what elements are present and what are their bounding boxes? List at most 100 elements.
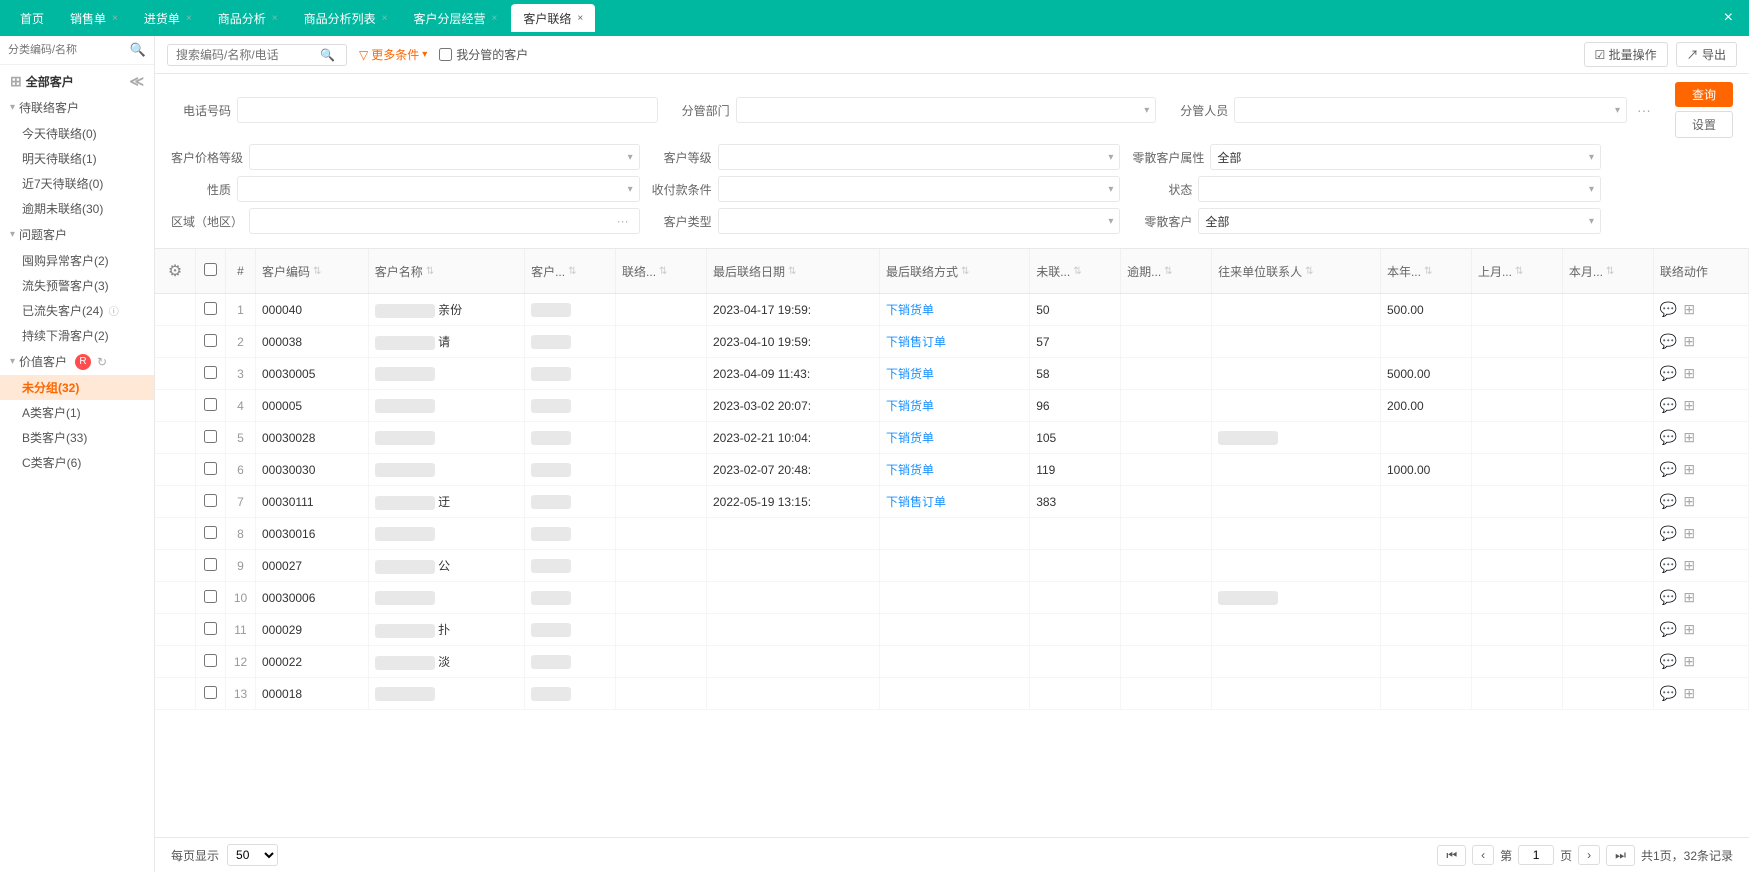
row-checkbox-8[interactable] <box>204 558 217 571</box>
row-checkbox-9[interactable] <box>204 590 217 603</box>
manager-more-icon[interactable]: ··· <box>1633 102 1655 118</box>
row-checkbox-10[interactable] <box>204 622 217 635</box>
sidebar-item-7days[interactable]: 近7天待联络(0) <box>0 171 154 196</box>
more-action-icon-0[interactable]: ⊞ <box>1683 301 1695 318</box>
more-action-icon-5[interactable]: ⊞ <box>1683 461 1695 478</box>
region-select[interactable]: ··· <box>249 208 640 234</box>
last-way-link-5[interactable]: 下销货单 <box>886 463 934 477</box>
row-checkbox-1[interactable] <box>204 334 217 347</box>
search-button[interactable]: 查询 <box>1675 82 1733 107</box>
row-checkbox-6[interactable] <box>204 494 217 507</box>
more-action-icon-7[interactable]: ⊞ <box>1683 525 1695 542</box>
sidebar-group-pending[interactable]: ▾ 待联络客户 <box>0 94 154 121</box>
call-icon-11[interactable]: 💬 <box>1660 653 1677 670</box>
last-way-link-0[interactable]: 下销货单 <box>886 303 934 317</box>
customer-level-select[interactable]: ▾ <box>718 144 1121 170</box>
prev-page-button[interactable]: ‹ <box>1472 845 1494 865</box>
price-level-select[interactable]: ▾ <box>249 144 640 170</box>
next-page-button[interactable]: › <box>1578 845 1600 865</box>
th-contacts[interactable]: 往来单位联系人⇅ <box>1212 249 1381 294</box>
sidebar-item-abnormal[interactable]: 囤购异常客户(2) <box>0 248 154 273</box>
sidebar-item-churning[interactable]: 流失预警客户(3) <box>0 273 154 298</box>
sidebar-item-b-class[interactable]: B类客户(33) <box>0 425 154 450</box>
more-action-icon-3[interactable]: ⊞ <box>1683 397 1695 414</box>
region-more-icon[interactable]: ··· <box>613 214 633 228</box>
scatter-attr-select[interactable]: 全部 ▾ <box>1210 144 1601 170</box>
call-icon-0[interactable]: 💬 <box>1660 301 1677 318</box>
last-way-link-1[interactable]: 下销售订单 <box>886 335 946 349</box>
sidebar-search-icon[interactable]: 🔍 <box>130 42 146 58</box>
customer-tier-tab-close[interactable]: × <box>491 13 497 24</box>
all-customers-header[interactable]: ⊞ 全部客户 ≪ <box>0 65 154 94</box>
th-this-month[interactable]: 本月...⇅ <box>1562 249 1653 294</box>
th-no-contact[interactable]: 未联...⇅ <box>1030 249 1121 294</box>
sidebar-group-problem[interactable]: ▾ 问题客户 <box>0 221 154 248</box>
product-analysis-tab-close[interactable]: × <box>272 13 278 24</box>
th-this-year[interactable]: 本年...⇅ <box>1380 249 1471 294</box>
search-icon[interactable]: 🔍 <box>320 48 335 62</box>
call-icon-2[interactable]: 💬 <box>1660 365 1677 382</box>
select-all-checkbox[interactable] <box>204 263 217 276</box>
th-code[interactable]: 客户编码⇅ <box>256 249 369 294</box>
call-icon-6[interactable]: 💬 <box>1660 493 1677 510</box>
sidebar-item-tomorrow[interactable]: 明天待联络(1) <box>0 146 154 171</box>
row-checkbox-7[interactable] <box>204 526 217 539</box>
sidebar-item-ungroup[interactable]: 未分组(32) <box>0 375 154 400</box>
tab-product-list[interactable]: 商品分析列表 × <box>292 4 400 32</box>
call-icon-7[interactable]: 💬 <box>1660 525 1677 542</box>
call-icon-4[interactable]: 💬 <box>1660 429 1677 446</box>
row-checkbox-12[interactable] <box>204 686 217 699</box>
page-number-input[interactable] <box>1518 845 1554 865</box>
last-way-link-4[interactable]: 下销货单 <box>886 431 934 445</box>
more-action-icon-12[interactable]: ⊞ <box>1683 685 1695 702</box>
sidebar-item-a-class[interactable]: A类客户(1) <box>0 400 154 425</box>
call-icon-12[interactable]: 💬 <box>1660 685 1677 702</box>
more-action-icon-10[interactable]: ⊞ <box>1683 621 1695 638</box>
customer-type-select[interactable]: ▾ <box>718 208 1121 234</box>
my-customers-checkbox[interactable]: 我分管的客户 <box>439 46 528 63</box>
th-overdue[interactable]: 逾期...⇅ <box>1121 249 1212 294</box>
row-checkbox-11[interactable] <box>204 654 217 667</box>
last-way-link-2[interactable]: 下销货单 <box>886 367 934 381</box>
sidebar-search-box[interactable]: 🔍 <box>0 36 154 65</box>
th-last-way[interactable]: 最后联络方式⇅ <box>880 249 1030 294</box>
search-input[interactable] <box>176 48 316 62</box>
phone-input[interactable] <box>237 97 658 123</box>
sidebar-collapse-icon[interactable]: ≪ <box>129 73 144 90</box>
more-action-icon-4[interactable]: ⊞ <box>1683 429 1695 446</box>
dept-select[interactable]: ▾ <box>736 97 1157 123</box>
my-customers-check[interactable] <box>439 48 452 61</box>
tab-customer-contact[interactable]: 客户联络 × <box>511 4 595 32</box>
tab-home[interactable]: 首页 <box>8 4 56 32</box>
row-checkbox-3[interactable] <box>204 398 217 411</box>
tab-sales[interactable]: 销售单 × <box>58 4 130 32</box>
more-action-icon-11[interactable]: ⊞ <box>1683 653 1695 670</box>
call-icon-10[interactable]: 💬 <box>1660 621 1677 638</box>
more-action-icon-6[interactable]: ⊞ <box>1683 493 1695 510</box>
more-action-icon-2[interactable]: ⊞ <box>1683 365 1695 382</box>
th-name[interactable]: 客户名称⇅ <box>368 249 524 294</box>
payment-select[interactable]: ▾ <box>718 176 1121 202</box>
last-way-link-3[interactable]: 下销货单 <box>886 399 934 413</box>
sales-tab-close[interactable]: × <box>112 13 118 24</box>
call-icon-9[interactable]: 💬 <box>1660 589 1677 606</box>
row-checkbox-2[interactable] <box>204 366 217 379</box>
scatter-customer-select[interactable]: 全部 ▾ <box>1198 208 1601 234</box>
status-select[interactable]: ▾ <box>1198 176 1601 202</box>
call-icon-3[interactable]: 💬 <box>1660 397 1677 414</box>
last-way-link-6[interactable]: 下销售订单 <box>886 495 946 509</box>
row-checkbox-5[interactable] <box>204 462 217 475</box>
first-page-button[interactable]: ⏮ <box>1437 845 1466 866</box>
th-last-date[interactable]: 最后联络日期⇅ <box>707 249 880 294</box>
call-icon-5[interactable]: 💬 <box>1660 461 1677 478</box>
purchase-tab-close[interactable]: × <box>186 13 192 24</box>
batch-operation-button[interactable]: ☑ 批量操作 <box>1584 42 1668 67</box>
sidebar-item-churned[interactable]: 已流失客户(24) ⓘ <box>0 298 154 323</box>
more-action-icon-9[interactable]: ⊞ <box>1683 589 1695 606</box>
page-size-select[interactable]: 50 100 <box>227 844 278 866</box>
sidebar-item-overdue[interactable]: 逾期未联络(30) <box>0 196 154 221</box>
last-page-button[interactable]: ⏭ <box>1606 845 1635 866</box>
manager-select[interactable]: ▾ <box>1234 97 1627 123</box>
more-conditions-button[interactable]: ▽ 更多条件 ▾ <box>359 46 427 63</box>
row-checkbox-4[interactable] <box>204 430 217 443</box>
